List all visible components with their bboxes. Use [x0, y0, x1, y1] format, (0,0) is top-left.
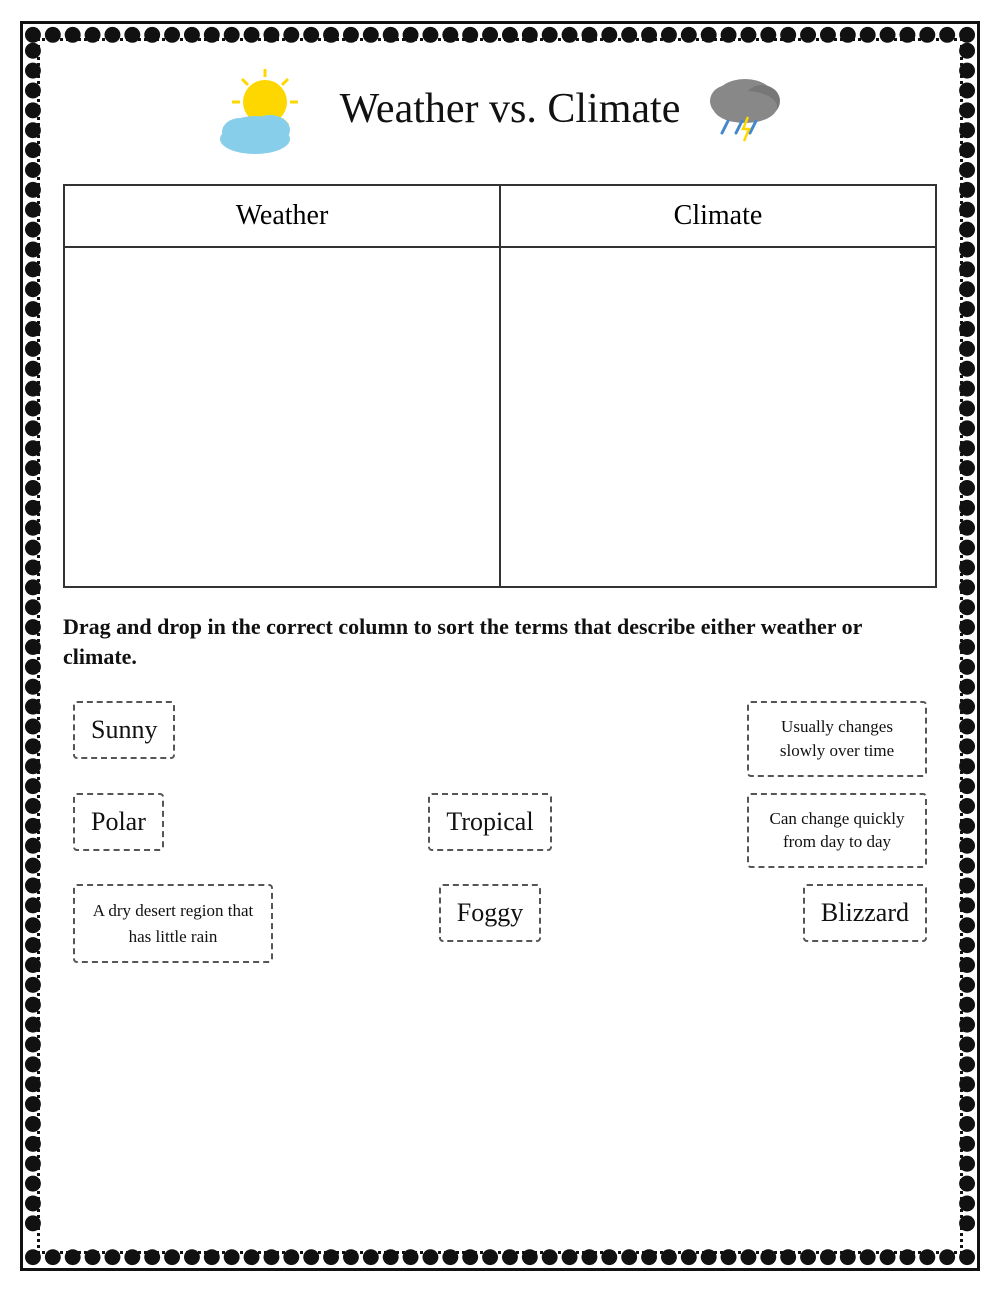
drag-card-dry-desert[interactable]: A dry desert region that has little rain — [73, 884, 273, 963]
drag-card-can-change[interactable]: Can change quickly from day to day — [747, 793, 927, 869]
page-title: Weather vs. Climate — [340, 85, 681, 133]
card-blizzard-wrapper: Blizzard — [707, 884, 927, 942]
page-container: Weather vs. Climate Weather Climate — [20, 21, 980, 1271]
weather-column-header: Weather — [64, 185, 500, 247]
drag-card-foggy[interactable]: Foggy — [439, 884, 541, 942]
card-dry-desert-wrapper: A dry desert region that has little rain — [73, 884, 273, 963]
drag-card-usually-changes[interactable]: Usually changes slowly over time — [747, 701, 927, 777]
weather-drop-zone[interactable] — [64, 247, 500, 587]
climate-column-header: Climate — [500, 185, 936, 247]
card-tropical-wrapper: Tropical — [289, 793, 691, 851]
card-polar-wrapper: Polar — [73, 793, 273, 851]
instructions-text: Drag and drop in the correct column to s… — [63, 612, 937, 674]
drag-card-tropical[interactable]: Tropical — [428, 793, 551, 851]
card-foggy-wrapper: Foggy — [289, 884, 691, 942]
drag-card-polar[interactable]: Polar — [73, 793, 164, 851]
card-sunny-wrapper: Sunny — [73, 701, 273, 759]
drag-cards-area: Sunny Usually changes slowly over time P… — [63, 701, 937, 963]
card-can-change-wrapper: Can change quickly from day to day — [707, 793, 927, 869]
card-usually-changes-wrapper: Usually changes slowly over time — [707, 701, 927, 777]
comparison-table: Weather Climate — [63, 184, 937, 588]
weather-icon-right — [700, 69, 790, 149]
page-header: Weather vs. Climate — [63, 64, 937, 154]
drag-card-blizzard[interactable]: Blizzard — [803, 884, 927, 942]
climate-drop-zone[interactable] — [500, 247, 936, 587]
weather-icon-left — [210, 64, 320, 154]
drag-card-sunny[interactable]: Sunny — [73, 701, 175, 759]
